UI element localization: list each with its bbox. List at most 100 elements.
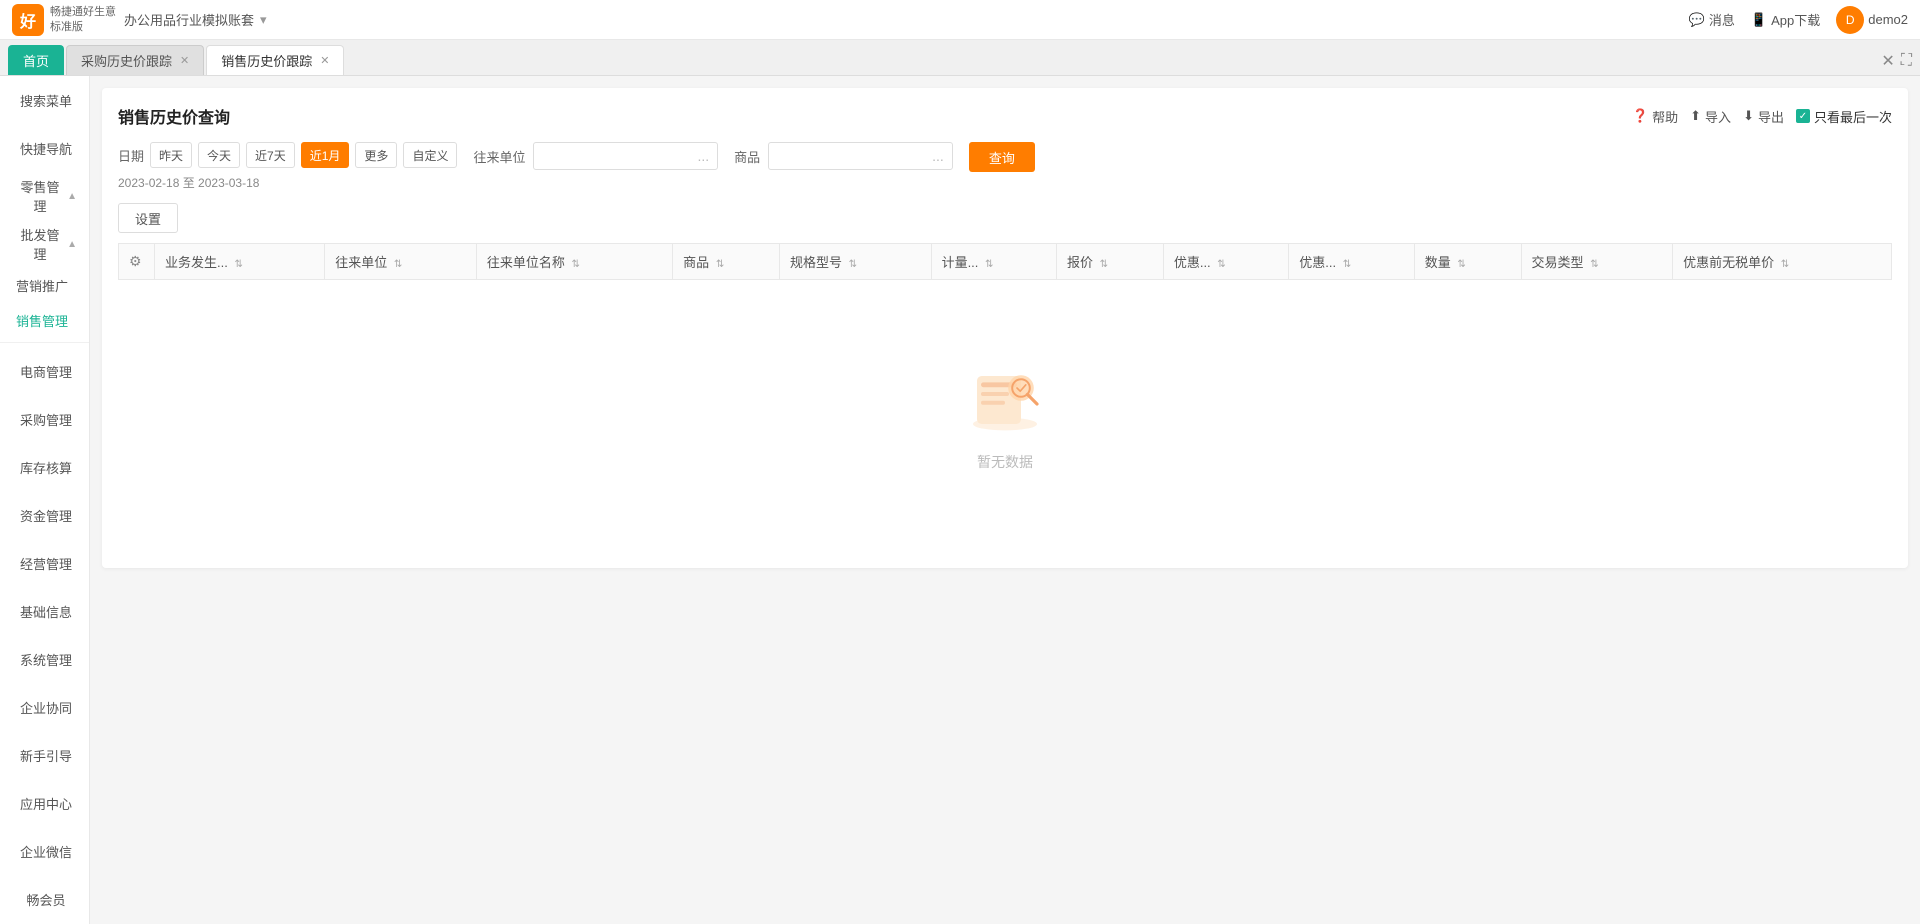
page-card: 销售历史价查询 ❓ 帮助 ⬆ 导入 ⬇ 导出 (102, 88, 1908, 568)
col-partner-name[interactable]: 往来单位名称 ⇅ (476, 244, 672, 280)
close-window-button[interactable]: ✕ (1881, 51, 1894, 71)
goods-input-wrap: ... (768, 142, 953, 170)
sidebar-item-member[interactable]: 畅会员 (0, 875, 89, 923)
message-icon: 💬 (1689, 12, 1705, 28)
col-goods[interactable]: 商品 ⇅ (673, 244, 780, 280)
sidebar-item-retail-mgmt[interactable]: 零售管理 ▲ (0, 172, 89, 220)
col-biz-date[interactable]: 业务发生... ⇅ (155, 244, 325, 280)
import-action[interactable]: ⬆ 导入 (1690, 107, 1731, 126)
sidebar-item-new-guide[interactable]: 新手引导 (0, 731, 89, 779)
data-table: ⚙ 业务发生... ⇅ 往来单位 ⇅ (118, 243, 1892, 280)
sort-partner-code[interactable]: ⇅ (394, 259, 402, 270)
sort-quoted-price[interactable]: ⇅ (1100, 259, 1108, 270)
user-action[interactable]: D demo2 (1836, 6, 1908, 34)
partner-input-wrap: ... (533, 142, 718, 170)
sidebar-item-marketing[interactable]: 营销推广 (0, 268, 89, 303)
top-bar-actions: 💬 消息 📱 App下载 D demo2 (1689, 6, 1908, 34)
date-btn-1month[interactable]: 近1月 (301, 142, 350, 168)
sort-discount1[interactable]: ⇅ (1217, 259, 1225, 270)
col-discount1[interactable]: 优惠... ⇅ (1163, 244, 1288, 280)
sidebar-item-purchase-mgmt[interactable]: 采购管理 (0, 395, 89, 443)
query-button[interactable]: 查询 (969, 142, 1035, 172)
sidebar-item-quick-nav[interactable]: 快捷导航 (0, 124, 89, 172)
dropdown-icon[interactable]: ▾ (260, 12, 267, 28)
col-quoted-price[interactable]: 报价 ⇅ (1057, 244, 1164, 280)
col-partner-code[interactable]: 往来单位 ⇅ (325, 244, 477, 280)
col-quantity[interactable]: 数量 ⇅ (1414, 244, 1521, 280)
empty-text: 暂无数据 (977, 452, 1033, 472)
goods-input[interactable] (777, 149, 932, 163)
message-action[interactable]: 💬 消息 (1689, 10, 1735, 29)
partner-filter-label: 往来单位 (473, 147, 525, 166)
export-action[interactable]: ⬇ 导出 (1743, 107, 1784, 126)
help-action[interactable]: ❓ 帮助 (1632, 107, 1678, 126)
tab-bar-actions: ✕ ⛶ (1881, 51, 1912, 75)
sidebar-item-app-center[interactable]: 应用中心 (0, 779, 89, 827)
sort-unit[interactable]: ⇅ (985, 259, 993, 270)
import-icon: ⬆ (1690, 108, 1701, 124)
sidebar-item-search-menu[interactable]: 搜索菜单 (0, 76, 89, 124)
logo-text: 畅捷通好生意 标准版 (50, 5, 116, 34)
sort-pre-discount-price[interactable]: ⇅ (1781, 259, 1789, 270)
app-download-action[interactable]: 📱 App下载 (1751, 10, 1820, 29)
sort-quantity[interactable]: ⇅ (1457, 259, 1465, 270)
sidebar-item-operations-mgmt[interactable]: 经营管理 (0, 539, 89, 587)
maximize-window-button[interactable]: ⛶ (1901, 52, 1912, 70)
page-header: 销售历史价查询 ❓ 帮助 ⬆ 导入 ⬇ 导出 (118, 104, 1892, 128)
chevron-up-icon: ▲ (67, 239, 77, 250)
sidebar-item-enterprise-wechat[interactable]: 企业微信 (0, 827, 89, 875)
date-btn-custom[interactable]: 自定义 (403, 142, 457, 168)
col-discount2[interactable]: 优惠... ⇅ (1289, 244, 1414, 280)
partner-input[interactable] (542, 149, 697, 163)
col-settings: ⚙ (119, 244, 155, 280)
date-btn-7days[interactable]: 近7天 (246, 142, 295, 168)
top-bar: 好 畅捷通好生意 标准版 办公用品行业模拟账套 ▾ 💬 消息 📱 App下载 D… (0, 0, 1920, 40)
sidebar-item-wholesale-mgmt[interactable]: 批发管理 ▲ (0, 220, 89, 268)
empty-state: 暂无数据 (118, 280, 1892, 552)
tab-home[interactable]: 首页 (8, 45, 64, 75)
table-settings-icon[interactable]: ⚙ (129, 253, 142, 269)
tab-sales-history-close[interactable]: ✕ (320, 54, 329, 67)
settings-row: 设置 (118, 203, 1892, 233)
date-filter-group: 日期 昨天 今天 近7天 近1月 更多 自定义 2023-02-18 至 202… (118, 142, 457, 191)
sort-spec[interactable]: ⇅ (849, 259, 857, 270)
app-title: 办公用品行业模拟账套 ▾ (124, 10, 1681, 29)
partner-input-dots[interactable]: ... (697, 148, 709, 164)
tab-purchase-history-close[interactable]: ✕ (180, 54, 189, 67)
tab-sales-history[interactable]: 销售历史价跟踪 ✕ (206, 45, 344, 75)
page-title: 销售历史价查询 (118, 104, 230, 128)
page-header-actions: ❓ 帮助 ⬆ 导入 ⬇ 导出 ✓ 只看最后一次 (1632, 107, 1892, 126)
tab-bar: 首页 采购历史价跟踪 ✕ 销售历史价跟踪 ✕ ✕ ⛶ (0, 40, 1920, 76)
sidebar-item-fund-mgmt[interactable]: 资金管理 (0, 491, 89, 539)
sort-biz-date[interactable]: ⇅ (234, 259, 242, 270)
date-btn-more[interactable]: 更多 (355, 142, 397, 168)
sidebar-item-system-mgmt[interactable]: 系统管理 (0, 635, 89, 683)
col-trade-type[interactable]: 交易类型 ⇅ (1521, 244, 1673, 280)
sidebar-item-ecommerce-mgmt[interactable]: 电商管理 (0, 347, 89, 395)
date-btn-yesterday[interactable]: 昨天 (150, 142, 192, 168)
tab-purchase-history[interactable]: 采购历史价跟踪 ✕ (66, 45, 204, 75)
help-icon: ❓ (1632, 108, 1648, 124)
sort-partner-name[interactable]: ⇅ (571, 259, 579, 270)
date-range-display: 2023-02-18 至 2023-03-18 (118, 174, 457, 191)
goods-input-dots[interactable]: ... (932, 148, 944, 164)
content-area: 销售历史价查询 ❓ 帮助 ⬆ 导入 ⬇ 导出 (90, 76, 1920, 924)
only-last-checkbox[interactable]: ✓ (1796, 109, 1810, 123)
sidebar-item-basic-info[interactable]: 基础信息 (0, 587, 89, 635)
settings-button[interactable]: 设置 (118, 203, 178, 233)
only-last-checkbox-label[interactable]: ✓ 只看最后一次 (1796, 107, 1892, 126)
col-pre-discount-price[interactable]: 优惠前无税单价 ⇅ (1673, 244, 1892, 280)
sort-trade-type[interactable]: ⇅ (1590, 259, 1598, 270)
phone-icon: 📱 (1751, 12, 1767, 28)
sidebar-item-sales-mgmt[interactable]: 销售管理 (0, 303, 89, 338)
date-btn-today[interactable]: 今天 (198, 142, 240, 168)
sort-goods[interactable]: ⇅ (716, 259, 724, 270)
sort-discount2[interactable]: ⇅ (1343, 259, 1351, 270)
table-header: ⚙ 业务发生... ⇅ 往来单位 ⇅ (119, 244, 1892, 280)
sidebar-item-enterprise-collab[interactable]: 企业协同 (0, 683, 89, 731)
sidebar-item-inventory[interactable]: 库存核算 (0, 443, 89, 491)
main-layout: 搜索菜单 快捷导航 零售管理 ▲ 批发管理 ▲ 营销推广 销售管理 电商管理 采… (0, 76, 1920, 924)
partner-filter-group: 往来单位 ... (473, 142, 718, 170)
col-unit[interactable]: 计量... ⇅ (931, 244, 1056, 280)
col-spec[interactable]: 规格型号 ⇅ (779, 244, 931, 280)
